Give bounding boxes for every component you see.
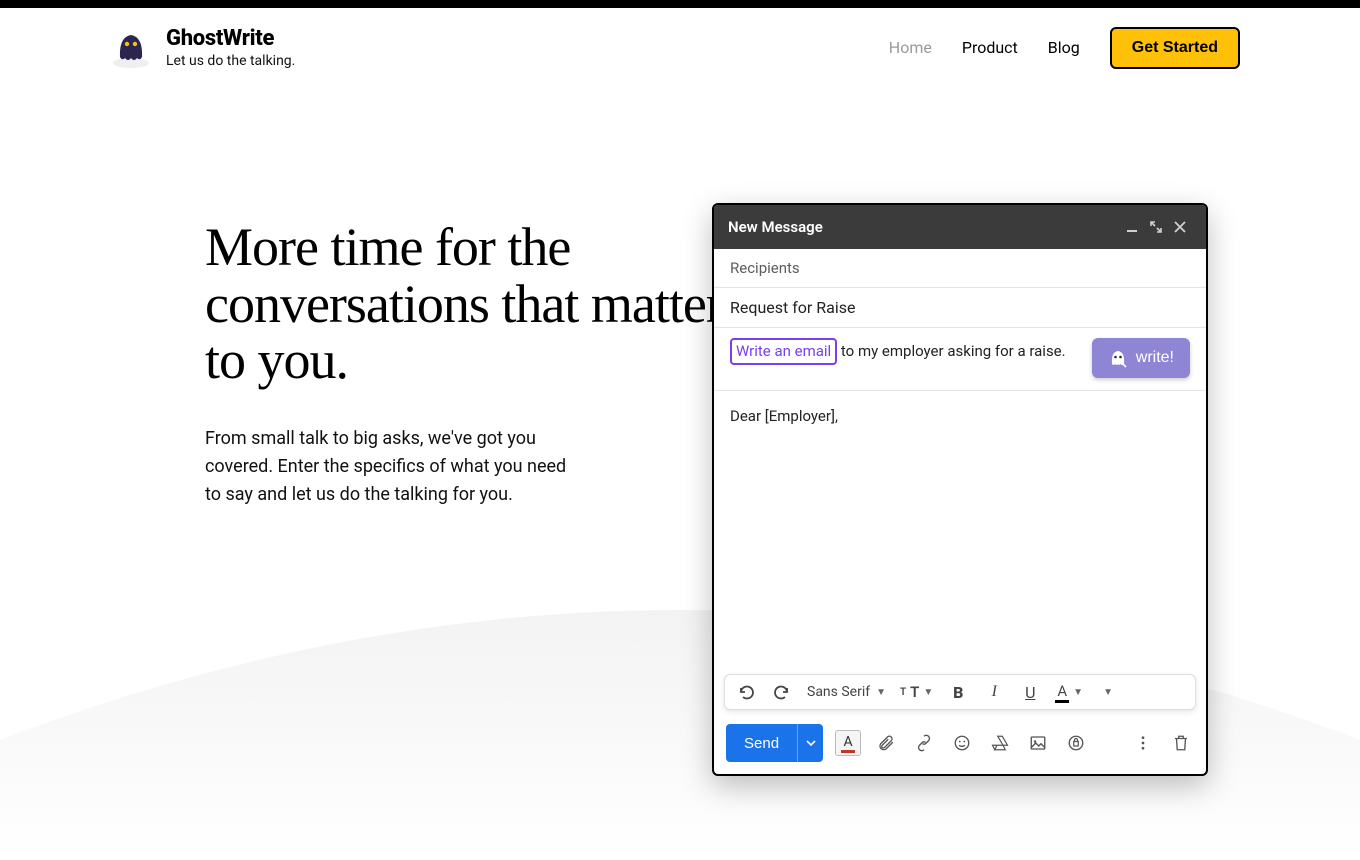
nav-product[interactable]: Product — [962, 38, 1018, 57]
link-icon[interactable] — [911, 730, 937, 756]
send-dropdown-icon[interactable] — [797, 724, 823, 762]
confidential-icon[interactable] — [1063, 730, 1089, 756]
main-nav: Home Product Blog Get Started — [889, 27, 1240, 69]
prompt-text[interactable]: Write an email to my employer asking for… — [730, 338, 1082, 365]
brand-text: GhostWrite Let us do the talking. — [166, 26, 295, 69]
trash-icon[interactable] — [1168, 730, 1194, 756]
prompt-rest: to my employer asking for a raise. — [837, 342, 1065, 360]
send-button[interactable]: Send — [726, 724, 823, 762]
write-button-label: write! — [1136, 349, 1174, 367]
brand-tagline: Let us do the talking. — [166, 53, 295, 69]
body-greeting: Dear [Employer], — [730, 407, 838, 425]
drive-icon[interactable] — [987, 730, 1013, 756]
get-started-button[interactable]: Get Started — [1110, 27, 1240, 69]
write-button[interactable]: write! — [1092, 338, 1190, 378]
brand-title: GhostWrite — [166, 26, 295, 51]
font-select-label: Sans Serif — [807, 684, 870, 700]
subject-field[interactable]: Request for Raise — [714, 288, 1206, 328]
top-accent-bar — [0, 0, 1360, 8]
more-options-icon[interactable] — [1130, 730, 1156, 756]
minimize-icon[interactable] — [1120, 215, 1144, 239]
prompt-pill: Write an email — [730, 338, 837, 365]
emoji-icon[interactable] — [949, 730, 975, 756]
prompt-row: Write an email to my employer asking for… — [714, 328, 1206, 391]
expand-icon[interactable] — [1144, 215, 1168, 239]
text-size-icon[interactable]: TT ▼ — [900, 681, 933, 703]
font-select[interactable]: Sans Serif ▼ — [807, 684, 886, 700]
ghost-mini-icon — [1108, 348, 1128, 368]
compose-body[interactable]: Dear [Employer], — [714, 391, 1206, 674]
chevron-down-icon: ▼ — [876, 687, 886, 698]
hero-sub: From small talk to big asks, we've got y… — [205, 425, 585, 509]
redo-icon[interactable] — [771, 681, 793, 703]
nav-blog[interactable]: Blog — [1048, 38, 1080, 57]
hero-headline: More time for the conversations that mat… — [205, 219, 725, 389]
format-toolbar: Sans Serif ▼ TT ▼ B I U A ▼ ▼ — [724, 674, 1196, 710]
undo-icon[interactable] — [735, 681, 757, 703]
bold-icon[interactable]: B — [947, 681, 969, 703]
close-icon[interactable] — [1168, 215, 1192, 239]
site-header: GhostWrite Let us do the talking. Home P… — [0, 8, 1360, 69]
text-format-toggle-icon[interactable]: A — [835, 730, 861, 756]
more-format-icon[interactable]: ▼ — [1097, 681, 1119, 703]
compose-window: New Message Recipients Request for Raise… — [712, 203, 1208, 776]
recipients-field[interactable]: Recipients — [714, 249, 1206, 288]
underline-icon[interactable]: U — [1019, 681, 1041, 703]
image-icon[interactable] — [1025, 730, 1051, 756]
compose-title: New Message — [728, 218, 823, 236]
brand: GhostWrite Let us do the talking. — [110, 26, 295, 69]
nav-home[interactable]: Home — [889, 38, 932, 57]
attachment-icon[interactable] — [873, 730, 899, 756]
text-color-icon[interactable]: A ▼ — [1055, 681, 1083, 703]
compose-titlebar: New Message — [714, 205, 1206, 249]
send-button-label: Send — [726, 735, 797, 752]
ghost-logo-icon — [110, 27, 152, 69]
italic-icon[interactable]: I — [983, 681, 1005, 703]
compose-bottom-bar: Send A — [714, 716, 1206, 774]
